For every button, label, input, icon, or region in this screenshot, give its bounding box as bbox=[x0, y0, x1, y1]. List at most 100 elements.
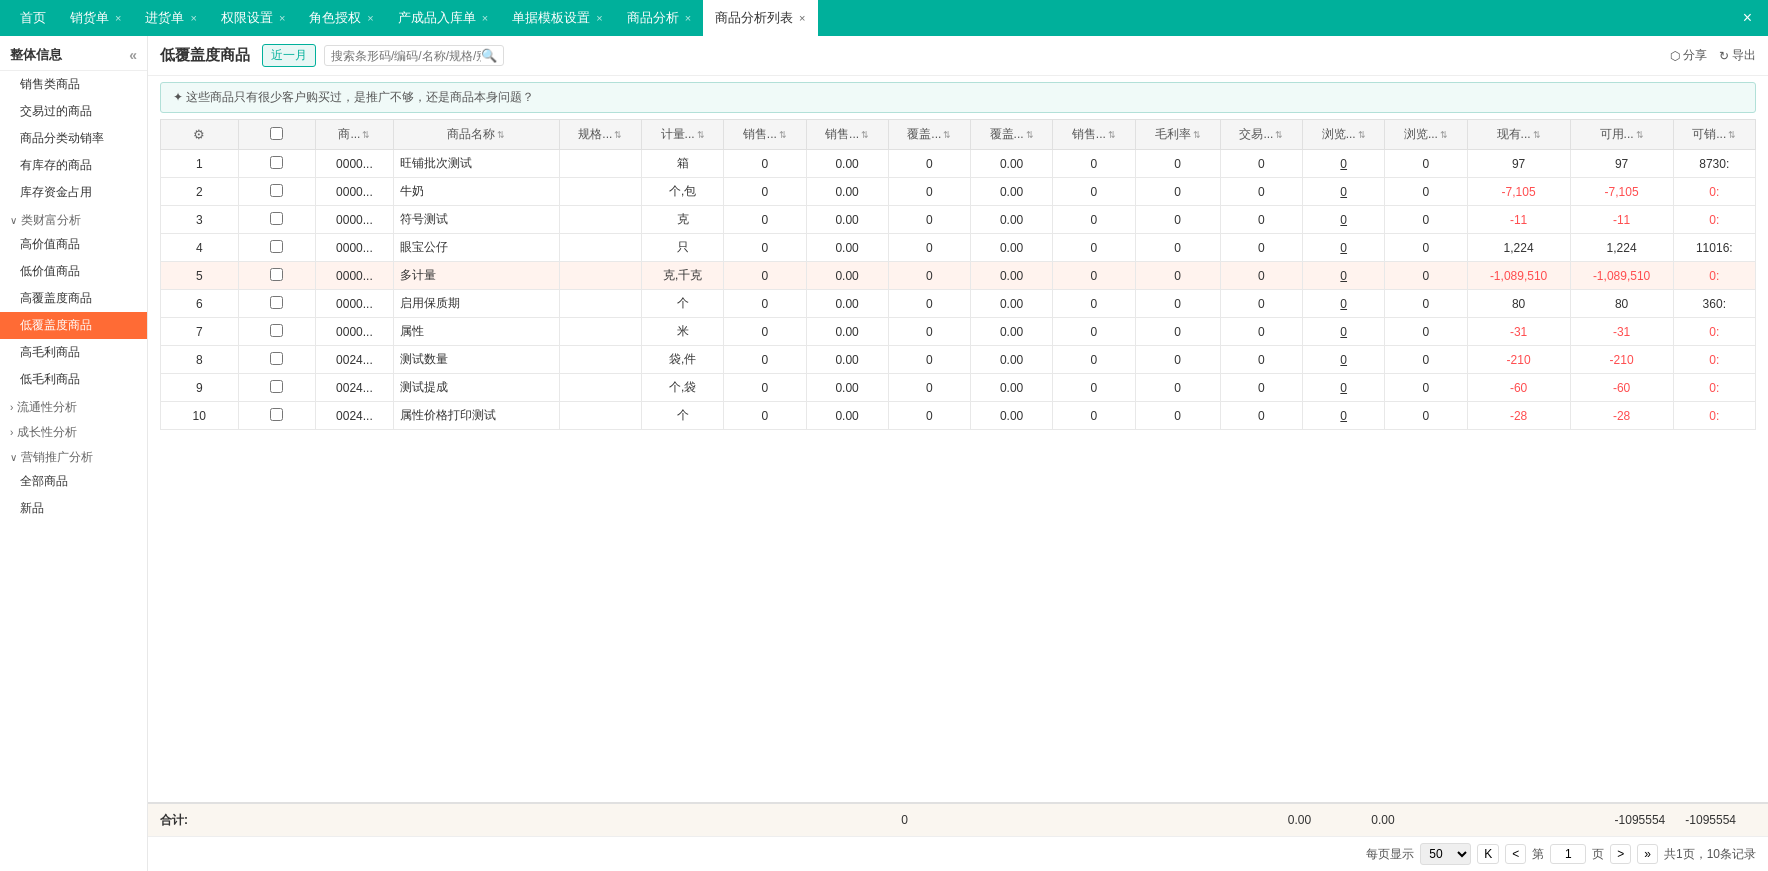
row-checkbox[interactable] bbox=[238, 318, 316, 346]
row-checkbox[interactable] bbox=[238, 262, 316, 290]
col-sales-amt[interactable]: 销售...⇅ bbox=[806, 120, 888, 150]
row-select-checkbox[interactable] bbox=[270, 240, 283, 253]
nav-tab-analysis-list[interactable]: 商品分析列表 × bbox=[703, 0, 817, 36]
row-name[interactable]: 测试提成 bbox=[393, 374, 559, 402]
share-button[interactable]: ⬡ 分享 bbox=[1670, 47, 1707, 64]
row-browse1[interactable]: 0 bbox=[1303, 318, 1385, 346]
nav-tab-purchase[interactable]: 进货单 × bbox=[133, 0, 208, 36]
row-browse1[interactable]: 0 bbox=[1303, 150, 1385, 178]
row-name[interactable]: 属性价格打印测试 bbox=[393, 402, 559, 430]
next-page-button[interactable]: > bbox=[1610, 844, 1631, 864]
nav-tab-product-in[interactable]: 产成品入库单 × bbox=[386, 0, 500, 36]
row-browse1[interactable]: 0 bbox=[1303, 234, 1385, 262]
sidebar-item-all-goods[interactable]: 全部商品 bbox=[0, 468, 147, 495]
row-select-checkbox[interactable] bbox=[270, 268, 283, 281]
page-size-select[interactable]: 50 10 20 100 bbox=[1420, 843, 1471, 865]
sidebar-item-low-coverage[interactable]: 低覆盖度商品 bbox=[0, 312, 147, 339]
sidebar-item-high-value[interactable]: 高价值商品 bbox=[0, 231, 147, 258]
col-sales-qty[interactable]: 销售...⇅ bbox=[724, 120, 806, 150]
row-select-checkbox[interactable] bbox=[270, 352, 283, 365]
col-spec[interactable]: 规格...⇅ bbox=[559, 120, 641, 150]
close-icon[interactable]: × bbox=[799, 12, 805, 24]
sidebar-item-sales-goods[interactable]: 销售类商品 bbox=[0, 71, 147, 98]
close-icon[interactable]: × bbox=[190, 12, 196, 24]
sidebar-item-low-value[interactable]: 低价值商品 bbox=[0, 258, 147, 285]
row-checkbox[interactable] bbox=[238, 206, 316, 234]
close-icon[interactable]: × bbox=[482, 12, 488, 24]
sidebar-item-high-coverage[interactable]: 高覆盖度商品 bbox=[0, 285, 147, 312]
row-checkbox[interactable] bbox=[238, 346, 316, 374]
row-name[interactable]: 符号测试 bbox=[393, 206, 559, 234]
prev-page-button[interactable]: < bbox=[1505, 844, 1526, 864]
row-name[interactable]: 牛奶 bbox=[393, 178, 559, 206]
row-name[interactable]: 旺铺批次测试 bbox=[393, 150, 559, 178]
col-cov2[interactable]: 覆盖...⇅ bbox=[971, 120, 1053, 150]
row-select-checkbox[interactable] bbox=[270, 156, 283, 169]
col-browse2[interactable]: 浏览...⇅ bbox=[1385, 120, 1467, 150]
sidebar-section-wealth[interactable]: ∨ 类财富分析 bbox=[0, 206, 147, 231]
search-input[interactable] bbox=[331, 49, 481, 63]
sidebar-item-capital[interactable]: 库存资金占用 bbox=[0, 179, 147, 206]
row-checkbox[interactable] bbox=[238, 150, 316, 178]
row-checkbox[interactable] bbox=[238, 290, 316, 318]
row-name[interactable]: 测试数量 bbox=[393, 346, 559, 374]
row-name[interactable]: 启用保质期 bbox=[393, 290, 559, 318]
export-button[interactable]: ↻ 导出 bbox=[1719, 47, 1756, 64]
row-checkbox[interactable] bbox=[238, 402, 316, 430]
nav-tab-home[interactable]: 首页 bbox=[8, 0, 58, 36]
col-code[interactable]: 商...⇅ bbox=[316, 120, 394, 150]
row-browse1[interactable]: 0 bbox=[1303, 374, 1385, 402]
sidebar-header[interactable]: 整体信息 « bbox=[0, 40, 147, 71]
select-all-checkbox[interactable] bbox=[270, 127, 283, 140]
row-browse1[interactable]: 0 bbox=[1303, 178, 1385, 206]
col-available[interactable]: 可用...⇅ bbox=[1570, 120, 1673, 150]
row-browse1[interactable]: 0 bbox=[1303, 262, 1385, 290]
row-select-checkbox[interactable] bbox=[270, 212, 283, 225]
sidebar-item-high-margin[interactable]: 高毛利商品 bbox=[0, 339, 147, 366]
col-gear[interactable]: ⚙ bbox=[161, 120, 239, 150]
row-select-checkbox[interactable] bbox=[270, 408, 283, 421]
col-browse1[interactable]: 浏览...⇅ bbox=[1303, 120, 1385, 150]
sidebar-item-low-margin[interactable]: 低毛利商品 bbox=[0, 366, 147, 393]
close-icon[interactable]: × bbox=[279, 12, 285, 24]
col-cov1[interactable]: 覆盖...⇅ bbox=[888, 120, 970, 150]
row-name[interactable]: 属性 bbox=[393, 318, 559, 346]
row-select-checkbox[interactable] bbox=[270, 324, 283, 337]
col-name[interactable]: 商品名称⇅ bbox=[393, 120, 559, 150]
row-browse1[interactable]: 0 bbox=[1303, 290, 1385, 318]
row-checkbox[interactable] bbox=[238, 178, 316, 206]
sidebar-section-flow[interactable]: › 流通性分析 bbox=[0, 393, 147, 418]
sidebar-item-new-goods[interactable]: 新品 bbox=[0, 495, 147, 522]
nav-tab-sales[interactable]: 销货单 × bbox=[58, 0, 133, 36]
collapse-icon[interactable]: « bbox=[129, 47, 137, 63]
row-select-checkbox[interactable] bbox=[270, 184, 283, 197]
period-button[interactable]: 近一月 bbox=[262, 44, 316, 67]
sidebar-item-category-rate[interactable]: 商品分类动销率 bbox=[0, 125, 147, 152]
nav-tab-role[interactable]: 角色授权 × bbox=[297, 0, 385, 36]
nav-tab-permission[interactable]: 权限设置 × bbox=[209, 0, 297, 36]
close-all-button[interactable]: × bbox=[1735, 9, 1760, 27]
last-page-button[interactable]: » bbox=[1637, 844, 1658, 864]
close-icon[interactable]: × bbox=[685, 12, 691, 24]
row-name[interactable]: 多计量 bbox=[393, 262, 559, 290]
close-icon[interactable]: × bbox=[115, 12, 121, 24]
close-icon[interactable]: × bbox=[367, 12, 373, 24]
col-saleable[interactable]: 可销...⇅ bbox=[1673, 120, 1755, 150]
first-page-button[interactable]: K bbox=[1477, 844, 1499, 864]
sidebar-item-traded[interactable]: 交易过的商品 bbox=[0, 98, 147, 125]
col-unit[interactable]: 计量...⇅ bbox=[642, 120, 724, 150]
row-select-checkbox[interactable] bbox=[270, 296, 283, 309]
row-select-checkbox[interactable] bbox=[270, 380, 283, 393]
col-current[interactable]: 现有...⇅ bbox=[1467, 120, 1570, 150]
col-trans[interactable]: 交易...⇅ bbox=[1220, 120, 1302, 150]
page-input[interactable] bbox=[1550, 844, 1586, 864]
sidebar-section-marketing[interactable]: ∨ 营销推广分析 bbox=[0, 443, 147, 468]
col-checkbox[interactable] bbox=[238, 120, 316, 150]
close-icon[interactable]: × bbox=[596, 12, 602, 24]
col-margin[interactable]: 毛利率⇅ bbox=[1135, 120, 1220, 150]
nav-tab-template[interactable]: 单据模板设置 × bbox=[500, 0, 614, 36]
row-checkbox[interactable] bbox=[238, 374, 316, 402]
row-browse1[interactable]: 0 bbox=[1303, 402, 1385, 430]
row-browse1[interactable]: 0 bbox=[1303, 206, 1385, 234]
row-name[interactable]: 眼宝公仔 bbox=[393, 234, 559, 262]
